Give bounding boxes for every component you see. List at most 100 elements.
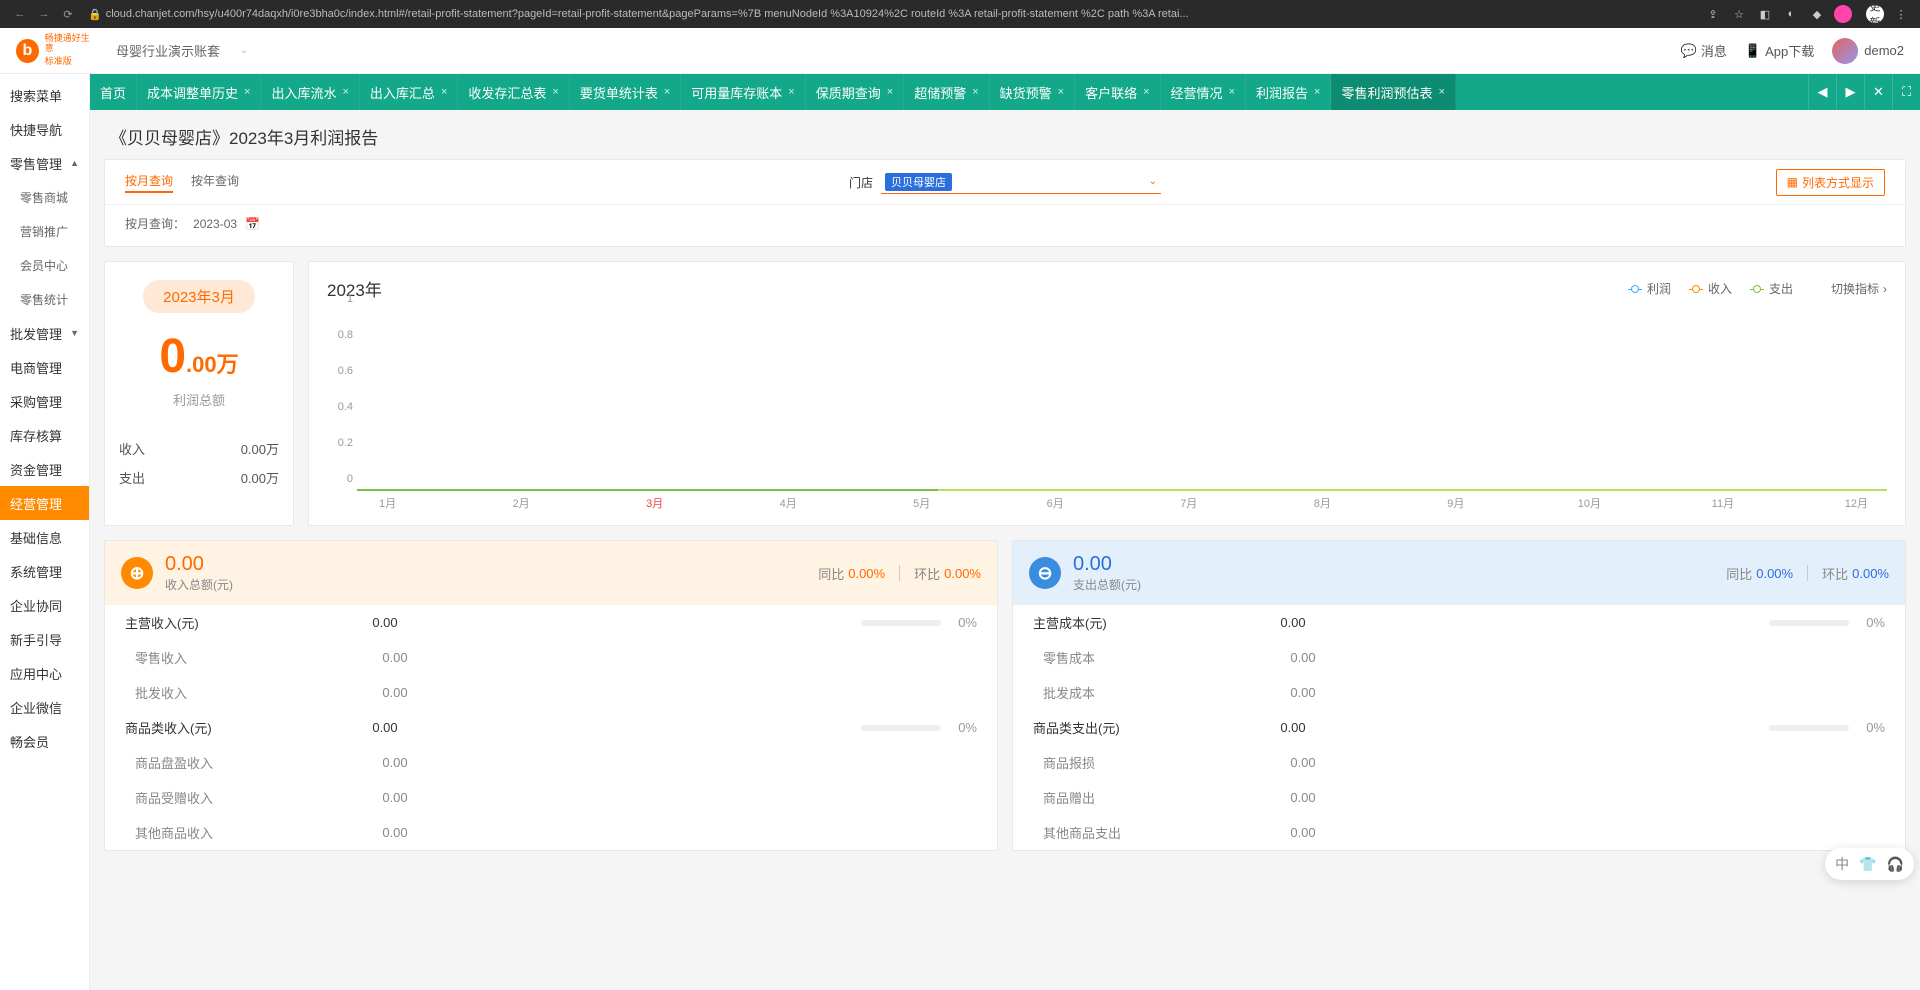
sidebar-item[interactable]: 营销推广: [0, 214, 89, 248]
scroll-right-icon[interactable]: ▶: [1836, 74, 1864, 110]
fullscreen-icon[interactable]: ⛶: [1892, 74, 1920, 110]
sidebar-item[interactable]: 新手引导: [0, 622, 89, 656]
legend-income[interactable]: 收入: [1689, 280, 1732, 297]
list-row: 主营成本(元)0.000%: [1013, 605, 1905, 640]
reload-icon[interactable]: ⟳: [58, 4, 78, 24]
sidebar-item[interactable]: 零售商城: [0, 180, 89, 214]
legend-profit[interactable]: 利润: [1628, 280, 1671, 297]
sidebar-item[interactable]: 快捷导航: [0, 112, 89, 146]
tab[interactable]: 保质期查询×: [806, 74, 904, 110]
store-label: 门店: [849, 174, 873, 191]
tab-by-month[interactable]: 按月查询: [125, 172, 173, 193]
list-row: 商品报损0.00: [1013, 745, 1905, 780]
sidebar-item[interactable]: 经营管理: [0, 486, 89, 520]
tab[interactable]: 出入库汇总×: [360, 74, 458, 110]
tab[interactable]: 出入库流水×: [261, 74, 359, 110]
sidebar-item[interactable]: 批发管理▼: [0, 316, 89, 350]
tab[interactable]: 利润报告×: [1246, 74, 1331, 110]
sidebar-item[interactable]: 会员中心: [0, 248, 89, 282]
sidebar-item[interactable]: 系统管理: [0, 554, 89, 588]
menu-icon[interactable]: ⋮: [1892, 5, 1910, 23]
avatar: [1832, 38, 1858, 64]
close-icon[interactable]: ×: [788, 86, 794, 98]
sidebar-item[interactable]: 零售管理▲: [0, 146, 89, 180]
app-header: b 畅捷通好生意 标准版 母婴行业演示账套 ⌄ 💬 消息 📱 App下载 dem…: [0, 28, 1920, 74]
logo[interactable]: b 畅捷通好生意 标准版: [16, 34, 96, 67]
lang-toggle[interactable]: 中: [1835, 854, 1849, 874]
chat-icon: 💬: [1681, 43, 1697, 59]
share-icon[interactable]: ⇪: [1704, 5, 1722, 23]
close-icon[interactable]: ×: [1229, 86, 1235, 98]
sidebar-item[interactable]: 电商管理: [0, 350, 89, 384]
page-area: 《贝贝母婴店》2023年3月利润报告 按月查询 按年查询 门店 贝贝母婴店 ⌄: [90, 110, 1920, 990]
x-tick: 2月: [513, 495, 530, 511]
close-icon[interactable]: ×: [552, 86, 558, 98]
update-button[interactable]: 更新: [1866, 5, 1884, 23]
list-mode-button[interactable]: ▦ 列表方式显示: [1776, 169, 1885, 196]
star-icon[interactable]: ☆: [1730, 5, 1748, 23]
store-dropdown[interactable]: 贝贝母婴店 ⌄: [881, 171, 1161, 194]
sidebar-item[interactable]: 应用中心: [0, 656, 89, 690]
expense-panel: ⊖ 0.00 支出总额(元) 同比0.00% 环比0.00% 主营成: [1012, 540, 1906, 851]
expense-list: 主营成本(元)0.000%零售成本0.00批发成本0.00商品类支出(元)0.0…: [1013, 605, 1905, 850]
close-icon[interactable]: ×: [1143, 86, 1149, 98]
close-icon[interactable]: ×: [664, 86, 670, 98]
calendar-icon[interactable]: 📅: [245, 217, 260, 231]
profit-amount: 0 .00 万: [159, 329, 238, 384]
close-icon[interactable]: ×: [244, 86, 250, 98]
close-icon[interactable]: ×: [1058, 86, 1064, 98]
brand-text: 畅捷通好生意: [45, 34, 96, 54]
sidebar-item[interactable]: 资金管理: [0, 452, 89, 486]
tab-by-year[interactable]: 按年查询: [191, 172, 239, 193]
ext1-icon[interactable]: ◧: [1756, 5, 1774, 23]
sidebar-item[interactable]: 企业协同: [0, 588, 89, 622]
sidebar-item[interactable]: 库存核算: [0, 418, 89, 452]
sidebar-item[interactable]: 搜索菜单: [0, 78, 89, 112]
avatar-icon[interactable]: [1834, 5, 1852, 23]
close-icon[interactable]: ×: [972, 86, 978, 98]
switch-metric-button[interactable]: 切换指标 ›: [1831, 280, 1887, 297]
headset-icon[interactable]: 🎧: [1887, 856, 1904, 873]
x-tick: 8月: [1314, 495, 1331, 511]
tab[interactable]: 超储预警×: [904, 74, 989, 110]
panels-row: ⊕ 0.00 收入总额(元) 同比0.00% 环比0.00% 主营收: [104, 540, 1906, 851]
close-all-icon[interactable]: ✕: [1864, 74, 1892, 110]
tab[interactable]: 经营情况×: [1161, 74, 1246, 110]
legend-expense[interactable]: 支出: [1750, 280, 1793, 297]
close-icon[interactable]: ×: [342, 86, 348, 98]
url-text[interactable]: cloud.chanjet.com/hsy/u400r74daqxh/i0re3…: [106, 8, 1704, 20]
close-icon[interactable]: ×: [1438, 86, 1444, 98]
close-icon[interactable]: ×: [1314, 86, 1320, 98]
sidebar-item[interactable]: 企业微信: [0, 690, 89, 724]
tab[interactable]: 客户联络×: [1075, 74, 1160, 110]
app-download-link[interactable]: 📱 App下载: [1745, 41, 1814, 60]
y-tick: 0: [347, 473, 353, 485]
sidebar-item[interactable]: 畅会员: [0, 724, 89, 758]
tab[interactable]: 缺货预警×: [990, 74, 1075, 110]
ext2-icon[interactable]: ◐: [1782, 5, 1800, 23]
scroll-left-icon[interactable]: ◀: [1808, 74, 1836, 110]
sidebar-item[interactable]: 基础信息: [0, 520, 89, 554]
x-tick: 7月: [1180, 495, 1197, 511]
profit-label: 利润总额: [173, 390, 225, 409]
tab[interactable]: 首页: [90, 74, 137, 110]
tab[interactable]: 要货单统计表×: [570, 74, 681, 110]
sidebar-item[interactable]: 采购管理: [0, 384, 89, 418]
org-selector[interactable]: 母婴行业演示账套 ⌄: [116, 41, 248, 60]
sidebar-item[interactable]: 零售统计: [0, 282, 89, 316]
filter-tabs: 按月查询 按年查询: [125, 172, 239, 193]
close-icon[interactable]: ×: [441, 86, 447, 98]
close-icon[interactable]: ×: [887, 86, 893, 98]
user-menu[interactable]: demo2: [1832, 38, 1904, 64]
logo-icon: b: [16, 39, 39, 63]
tab[interactable]: 可用量库存账本×: [681, 74, 805, 110]
ext3-icon[interactable]: ◆: [1808, 5, 1826, 23]
forward-icon[interactable]: →: [34, 4, 54, 24]
x-tick: 1月: [379, 495, 396, 511]
tab[interactable]: 收发存汇总表×: [458, 74, 569, 110]
back-icon[interactable]: ←: [10, 4, 30, 24]
tshirt-icon[interactable]: 👕: [1859, 856, 1876, 873]
messages-link[interactable]: 💬 消息: [1681, 41, 1727, 60]
tab[interactable]: 零售利润预估表×: [1331, 74, 1455, 110]
tab[interactable]: 成本调整单历史×: [137, 74, 261, 110]
